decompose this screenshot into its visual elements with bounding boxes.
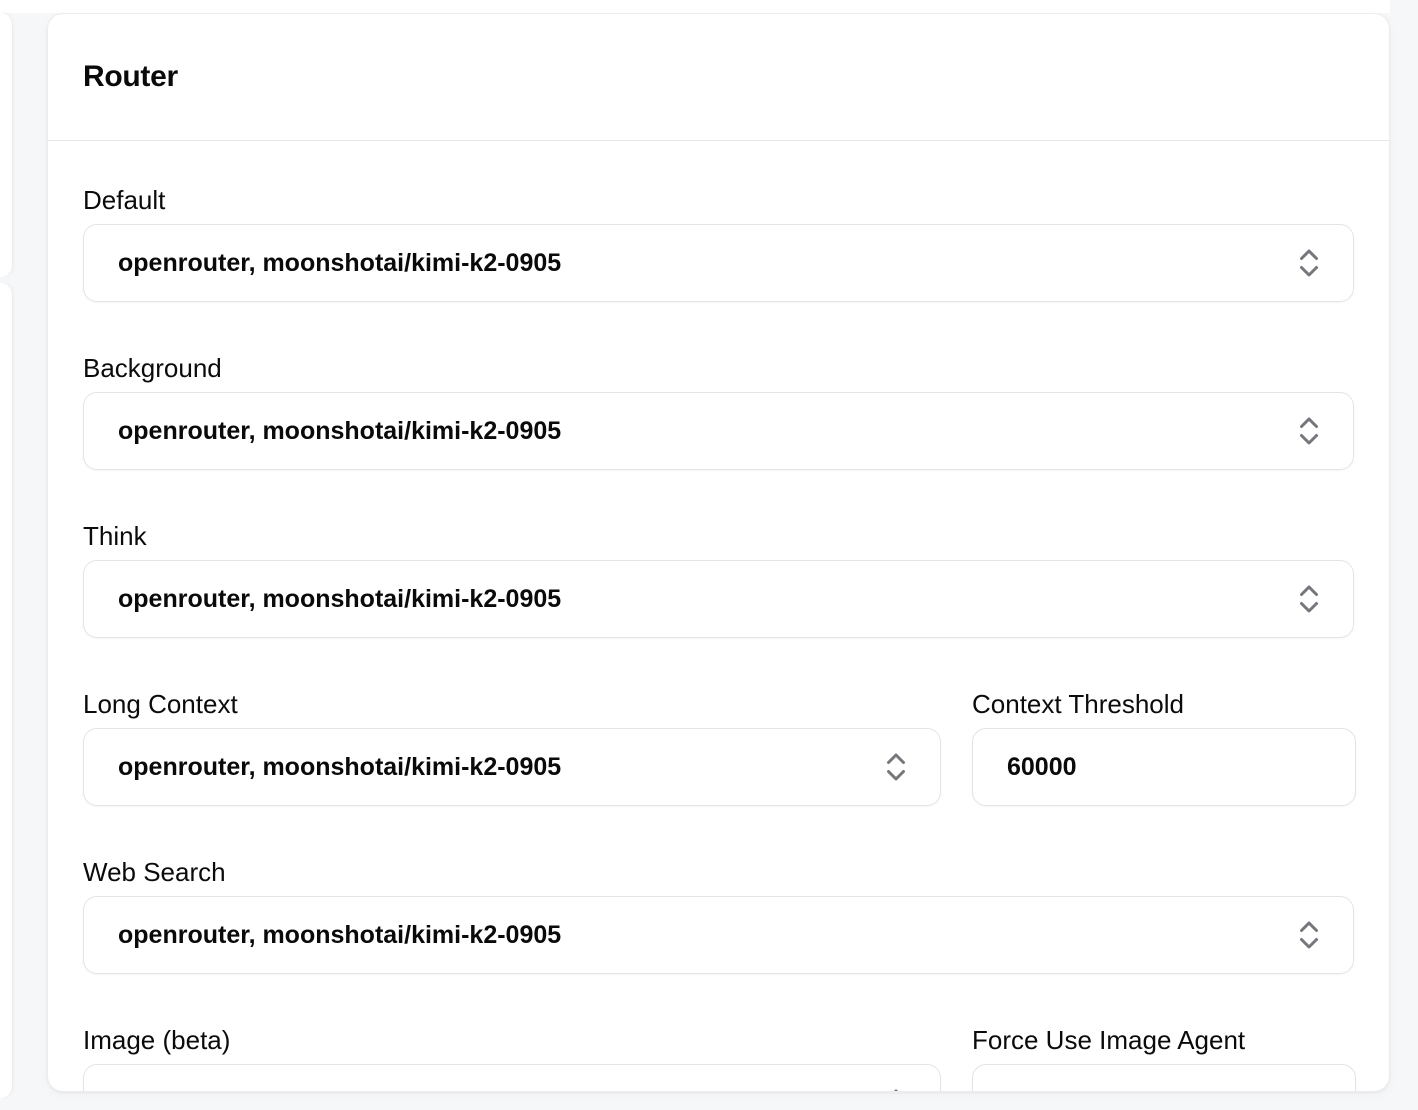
background-model-select-value: openrouter, moonshotai/kimi-k2-0905 <box>118 416 562 445</box>
card-content: Default openrouter, moonshotai/kimi-k2-0… <box>48 141 1389 1091</box>
field-row-web-search: Web Search openrouter, moonshotai/kimi-k… <box>83 857 1354 974</box>
chevrons-up-down-icon <box>878 749 914 785</box>
field-row-think: Think openrouter, moonshotai/kimi-k2-090… <box>83 521 1354 638</box>
panel-title: Router <box>83 60 178 93</box>
adjacent-card-edge-lower <box>0 283 13 1098</box>
web-search-model-select-value: openrouter, moonshotai/kimi-k2-0905 <box>118 920 562 949</box>
field-row-background: Background openrouter, moonshotai/kimi-k… <box>83 353 1354 470</box>
think-model-select[interactable]: openrouter, moonshotai/kimi-k2-0905 <box>83 560 1354 638</box>
long-context-model-select[interactable]: openrouter, moonshotai/kimi-k2-0905 <box>83 728 941 806</box>
context-threshold-input[interactable] <box>972 728 1356 806</box>
force-use-image-agent-input[interactable] <box>972 1064 1356 1091</box>
chevrons-up-down-icon <box>1291 581 1327 617</box>
chevrons-up-down-icon <box>1291 413 1327 449</box>
background-label: Background <box>83 353 222 383</box>
chevrons-up-down-icon <box>1291 245 1327 281</box>
adjacent-card-bottom-edge <box>0 0 1390 13</box>
default-label: Default <box>83 185 166 215</box>
long-context-label: Long Context <box>83 689 238 719</box>
image-label: Image (beta) <box>83 1025 231 1055</box>
default-model-select[interactable]: openrouter, moonshotai/kimi-k2-0905 <box>83 224 1354 302</box>
force-use-image-agent-label: Force Use Image Agent <box>972 1025 1246 1055</box>
think-label: Think <box>83 521 147 551</box>
field-row-image: Image (beta) Force Use Image Agent <box>83 1025 1356 1091</box>
default-model-select-value: openrouter, moonshotai/kimi-k2-0905 <box>118 248 562 277</box>
router-settings-card: Router Default openrouter, moonshotai/ki… <box>47 13 1390 1092</box>
adjacent-card-edge-upper <box>0 13 13 277</box>
image-model-select[interactable] <box>83 1064 941 1091</box>
chevrons-up-down-icon <box>878 1085 914 1091</box>
long-context-model-select-value: openrouter, moonshotai/kimi-k2-0905 <box>118 752 562 781</box>
page-background: { "panel": { "title": "Router", "fields"… <box>0 0 1418 1110</box>
web-search-label: Web Search <box>83 857 226 887</box>
field-row-default: Default openrouter, moonshotai/kimi-k2-0… <box>83 185 1354 302</box>
background-model-select[interactable]: openrouter, moonshotai/kimi-k2-0905 <box>83 392 1354 470</box>
context-threshold-label: Context Threshold <box>972 689 1184 719</box>
think-model-select-value: openrouter, moonshotai/kimi-k2-0905 <box>118 584 562 613</box>
chevrons-up-down-icon <box>1291 917 1327 953</box>
card-header: Router <box>48 14 1389 141</box>
web-search-model-select[interactable]: openrouter, moonshotai/kimi-k2-0905 <box>83 896 1354 974</box>
field-row-long-context: Long Context openrouter, moonshotai/kimi… <box>83 689 1356 806</box>
